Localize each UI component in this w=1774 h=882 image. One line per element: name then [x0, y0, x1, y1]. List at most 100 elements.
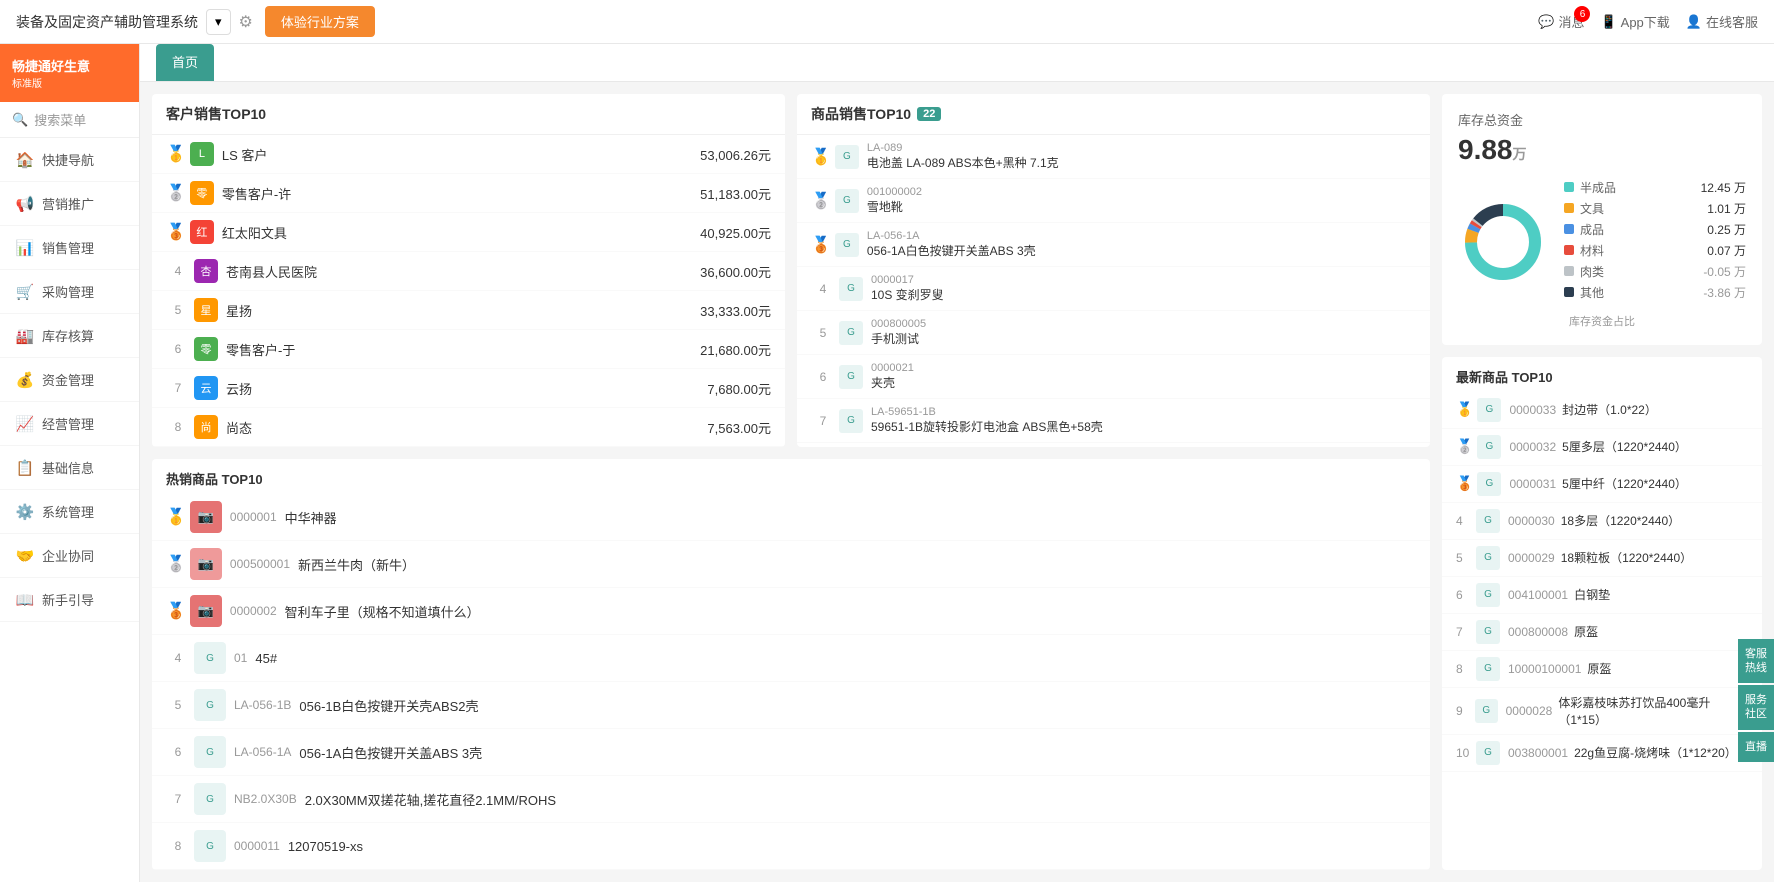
- sidebar-item-business[interactable]: 📈 经营管理: [0, 402, 139, 446]
- newest-thumb: G: [1477, 398, 1501, 422]
- sidebar-item-sales[interactable]: 📊 销售管理: [0, 226, 139, 270]
- customer-row[interactable]: 🥈 零 零售客户-许 51,183.00元: [152, 174, 785, 213]
- float-service-button[interactable]: 客服热线: [1738, 639, 1774, 684]
- customer-amount: 51,183.00元: [700, 184, 771, 203]
- newest-product-row[interactable]: 6 G 004100001 白钢垫: [1442, 577, 1762, 614]
- hot-product-row[interactable]: 🥇 📷 0000001 中华神器: [152, 494, 1430, 541]
- customer-avatar: 云: [194, 376, 218, 400]
- hot-products-section: 热销商品 TOP10 🥇 📷 0000001 中华神器 🥈 📷 00050000…: [152, 459, 1430, 870]
- product-code: LA-056-1A: [867, 230, 1416, 242]
- rank-number: 6: [1456, 588, 1476, 602]
- sidebar-item-guide[interactable]: 📖 新手引导: [0, 578, 139, 622]
- product-info: LA-056-1A 056-1A白色按键开关盖ABS 3壳: [867, 230, 1416, 259]
- hot-product-code: 000500001: [230, 557, 290, 571]
- logo-sub: 标准版: [12, 75, 90, 90]
- app-download-button[interactable]: 📱 App下载: [1600, 12, 1669, 31]
- float-community-button[interactable]: 服务社区: [1738, 685, 1774, 730]
- hot-product-name: 中华神器: [285, 508, 337, 527]
- search-menu-button[interactable]: 🔍 搜索菜单: [0, 102, 139, 138]
- newest-name: 18颗粒板（1220*2440）: [1561, 549, 1692, 566]
- newest-code: 000800008: [1508, 625, 1568, 639]
- marketing-icon: 📢: [16, 195, 34, 213]
- customer-row[interactable]: 7 云 云扬 7,680.00元: [152, 369, 785, 408]
- sidebar-item-system[interactable]: ⚙️ 系统管理: [0, 490, 139, 534]
- sidebar-item-marketing[interactable]: 📢 营销推广: [0, 182, 139, 226]
- settings-button[interactable]: ⚙: [239, 12, 253, 32]
- inventory-legend: 半成品 12.45 万 文具 1.01 万 成品 0: [1564, 179, 1746, 305]
- customer-avatar: 杏: [194, 259, 218, 283]
- sidebar-item-basic[interactable]: 📋 基础信息: [0, 446, 139, 490]
- customer-row[interactable]: 8 尚 尚态 7,563.00元: [152, 408, 785, 447]
- customer-row[interactable]: 4 杏 苍南县人民医院 36,600.00元: [152, 252, 785, 291]
- hot-product-code: 0000001: [230, 510, 277, 524]
- product-sales-row[interactable]: 5 G 000800005 手机测试: [797, 311, 1430, 355]
- online-service-button[interactable]: 👤 在线客服: [1686, 12, 1758, 31]
- customer-row[interactable]: 6 零 零售客户-于 21,680.00元: [152, 330, 785, 369]
- sidebar-item-finance[interactable]: 💰 资金管理: [0, 358, 139, 402]
- tab-home[interactable]: 首页: [156, 44, 214, 81]
- customer-list: 🥇 L LS 客户 53,006.26元 🥈 零 零售客户-许 51,183.0…: [152, 135, 785, 447]
- hot-product-row[interactable]: 🥈 📷 000500001 新西兰牛肉（新牛）: [152, 541, 1430, 588]
- customer-row[interactable]: 5 星 星扬 33,333.00元: [152, 291, 785, 330]
- inventory-label: 库存总资金: [1458, 110, 1746, 129]
- newest-product-row[interactable]: 5 G 0000029 18颗粒板（1220*2440）: [1442, 540, 1762, 577]
- sidebar-item-purchase[interactable]: 🛒 采购管理: [0, 270, 139, 314]
- product-sales-row[interactable]: 🥈 G 001000002 雪地靴: [797, 179, 1430, 223]
- float-live-button[interactable]: 直播: [1738, 732, 1774, 762]
- hot-product-name: 新西兰牛肉（新牛）: [298, 555, 415, 574]
- newest-product-row[interactable]: 9 G 0000028 体彩嘉枝味苏打饮品400毫升（1*15）: [1442, 688, 1762, 735]
- rank-number: 5: [166, 303, 190, 317]
- customer-name: 云扬: [226, 379, 707, 398]
- customer-name: 零售客户-许: [222, 184, 700, 203]
- sidebar-item-cooperation[interactable]: 🤝 企业协同: [0, 534, 139, 578]
- newest-product-row[interactable]: 🥈 G 0000032 5厘多层（1220*2440）: [1442, 429, 1762, 466]
- hot-product-row[interactable]: 🥉 📷 0000002 智利车子里（规格不知道填什么）: [152, 588, 1430, 635]
- hot-product-row[interactable]: 8 G 0000011 12070519-xs: [152, 823, 1430, 870]
- nav-icon: 🏠: [16, 151, 34, 169]
- purchase-icon: 🛒: [16, 283, 34, 301]
- sidebar-logo: 畅捷通好生意 标准版: [0, 44, 139, 102]
- product-sales-row[interactable]: 6 G 0000021 夹壳: [797, 355, 1430, 399]
- product-sales-row[interactable]: 4 G 0000017 10S 变刹罗叟: [797, 267, 1430, 311]
- hot-product-row[interactable]: 7 G NB2.0X30B 2.0X30MM双搓花轴,搓花直径2.1MM/ROH…: [152, 776, 1430, 823]
- hot-product-row[interactable]: 5 G LA-056-1B 056-1B白色按键开关壳ABS2壳: [152, 682, 1430, 729]
- product-name: 雪地靴: [867, 198, 1416, 215]
- hot-products-title: 热销商品 TOP10: [152, 459, 1430, 494]
- product-thumb-empty: G: [194, 783, 226, 815]
- system-dropdown[interactable]: ▾: [206, 9, 231, 35]
- newest-product-row[interactable]: 🥉 G 0000031 5厘中纤（1220*2440）: [1442, 466, 1762, 503]
- message-button[interactable]: 💬 消息 6: [1538, 12, 1584, 31]
- product-name: 056-1A白色按键开关盖ABS 3壳: [867, 242, 1416, 259]
- newest-thumb: G: [1476, 546, 1500, 570]
- product-sales-row[interactable]: 7 G LA-59651-1B 59651-1B旋转投影灯电池盒 ABS黑色+5…: [797, 399, 1430, 443]
- customer-row[interactable]: 🥇 L LS 客户 53,006.26元: [152, 135, 785, 174]
- customer-name: 苍南县人民医院: [226, 262, 700, 281]
- customer-top10-section: 客户销售TOP10 🥇 L LS 客户 53,006.26元 🥈 零 零售客户-…: [152, 94, 785, 447]
- trial-button[interactable]: 体验行业方案: [265, 6, 375, 37]
- sidebar-item-nav[interactable]: 🏠 快捷导航: [0, 138, 139, 182]
- search-icon: 🔍: [12, 112, 28, 128]
- hot-product-row[interactable]: 6 G LA-056-1A 056-1A白色按键开关盖ABS 3壳: [152, 729, 1430, 776]
- float-buttons: 客服热线 服务社区 直播: [1738, 639, 1774, 762]
- silver-medal-icon: 🥈: [166, 554, 186, 574]
- newest-product-row[interactable]: 🥇 G 0000033 封边带（1.0*22）: [1442, 392, 1762, 429]
- message-badge: 6: [1574, 6, 1590, 22]
- hot-product-row[interactable]: 4 G 01 45#: [152, 635, 1430, 682]
- customer-amount: 33,333.00元: [700, 301, 771, 320]
- product-sales-row[interactable]: 🥉 G LA-056-1A 056-1A白色按键开关盖ABS 3壳: [797, 223, 1430, 267]
- sidebar-item-inventory[interactable]: 🏭 库存核算: [0, 314, 139, 358]
- customer-row[interactable]: 🥉 红 红太阳文具 40,925.00元: [152, 213, 785, 252]
- newest-product-row[interactable]: 7 G 000800008 原盔: [1442, 614, 1762, 651]
- hot-product-name: 智利车子里（规格不知道填什么）: [285, 602, 480, 621]
- newest-product-row[interactable]: 4 G 0000030 18多层（1220*2440）: [1442, 503, 1762, 540]
- newest-thumb: G: [1476, 583, 1500, 607]
- product-thumb: G: [835, 145, 859, 169]
- rank-number: 7: [1456, 625, 1476, 639]
- newest-product-row[interactable]: 8 G 10000100001 原盔: [1442, 651, 1762, 688]
- newest-product-row[interactable]: 10 G 003800001 22g鱼豆腐-烧烤味（1*12*20）: [1442, 735, 1762, 772]
- hot-product-name: 12070519-xs: [288, 839, 363, 854]
- right-panel: 库存总资金 9.88万: [1442, 94, 1762, 870]
- cooperation-icon: 🤝: [16, 547, 34, 565]
- newest-name: 封边带（1.0*22）: [1562, 401, 1657, 418]
- product-sales-row[interactable]: 🥇 G LA-089 电池盖 LA-089 ABS本色+黑种 7.1克: [797, 135, 1430, 179]
